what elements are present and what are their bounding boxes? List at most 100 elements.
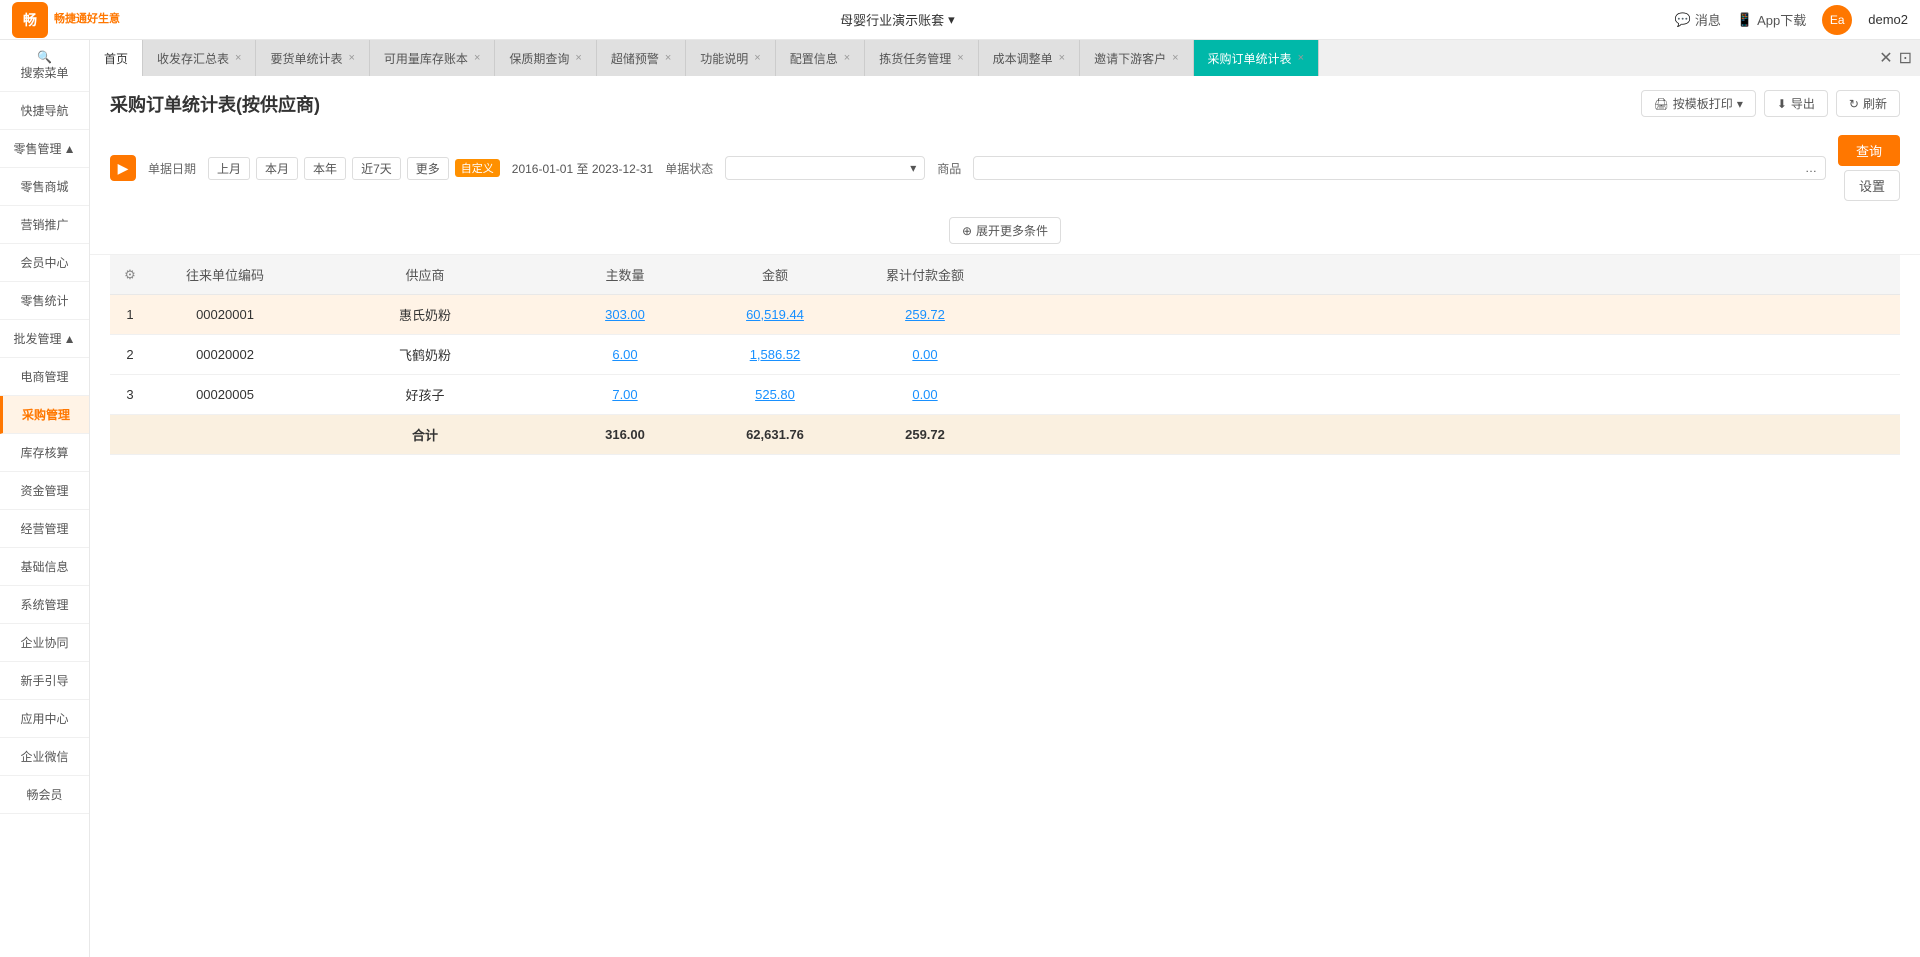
footer-qty: 316.00 [550,415,700,455]
sidebar-item-member[interactable]: 会员中心 [0,244,89,282]
sidebar-item-quick-nav[interactable]: 快捷导航 [0,92,89,130]
sidebar-item-retail-mgmt[interactable]: 零售管理 ▲ [0,130,89,168]
date-this-month[interactable]: 本月 [256,157,298,180]
sidebar-item-purchase[interactable]: 采购管理 [0,396,89,434]
row-amount[interactable]: 1,586.52 [700,335,850,375]
settings-button[interactable]: 设置 [1844,170,1900,201]
sidebar-item-ecommerce[interactable]: 电商管理 [0,358,89,396]
sidebar-item-operations[interactable]: 经营管理 [0,510,89,548]
app-download-btn[interactable]: 📱 App下载 [1737,10,1806,29]
sidebar-item-marketing[interactable]: 营销推广 [0,206,89,244]
tab-purchase-summary[interactable]: 采购订单统计表 × [1194,40,1319,76]
tab-bar-actions: ✕ ⊡ [1871,48,1920,68]
username[interactable]: demo2 [1868,12,1908,27]
tab-close-cost-adjust[interactable]: × [1059,52,1065,64]
filter-area: ▶ 单据日期 上月 本月 本年 近7天 更多 自定义 2016-01-01 至 … [90,125,1920,255]
tab-invite-customer[interactable]: 邀请下游客户 × [1080,40,1193,76]
tab-close-overstock[interactable]: × [665,52,671,64]
sidebar-item-guide[interactable]: 新手引导 [0,662,89,700]
col-extra-header [1000,255,1900,295]
search-sidebar-icon: 🔍 [37,50,52,64]
workspace-name: 母婴行业演示账套 [840,10,944,29]
refresh-button[interactable]: ↻ 刷新 [1836,90,1900,117]
col-supplier-header: 供应商 [300,255,550,295]
sidebar-item-retail-stats[interactable]: 零售统计 [0,282,89,320]
logo-text: 畅捷通好生意 [54,13,120,26]
date-more[interactable]: 更多 [407,157,449,180]
tab-close-expiry[interactable]: × [575,52,581,64]
print-button[interactable]: 🖨 按模板打印 ▾ [1641,90,1756,117]
col-settings[interactable]: ⚙ [110,255,150,295]
row-index: 1 [110,295,150,335]
table-row: 2 00020002 飞鹤奶粉 6.00 1,586.52 0.00 [110,335,1900,375]
sidebar-item-finance[interactable]: 资金管理 [0,472,89,510]
date-7days[interactable]: 近7天 [352,157,401,180]
row-code: 00020001 [150,295,300,335]
tab-close-stock-book[interactable]: × [474,52,480,64]
row-supplier: 飞鹤奶粉 [300,335,550,375]
row-amount[interactable]: 60,519.44 [700,295,850,335]
filter-toggle-btn[interactable]: ▶ [110,155,136,181]
tab-overstock[interactable]: 超储预警 × [597,40,686,76]
sidebar-item-system[interactable]: 系统管理 [0,586,89,624]
row-qty[interactable]: 6.00 [550,335,700,375]
date-this-year[interactable]: 本年 [304,157,346,180]
workspace-selector[interactable]: 母婴行业演示账套 ▾ [832,6,963,33]
sidebar-item-basic-info[interactable]: 基础信息 [0,548,89,586]
message-icon: 💬 [1675,12,1691,28]
sidebar-item-retail-shop[interactable]: 零售商城 [0,168,89,206]
restore-tab-btn[interactable]: ⊡ [1899,48,1912,68]
tab-order-summary[interactable]: 要货单统计表 × [256,40,369,76]
tab-config[interactable]: 配置信息 × [776,40,865,76]
tab-pick-task[interactable]: 拣货任务管理 × [865,40,978,76]
date-last-month[interactable]: 上月 [208,157,250,180]
tab-close-order-summary[interactable]: × [348,52,354,64]
tab-function-desc[interactable]: 功能说明 × [686,40,775,76]
row-qty[interactable]: 7.00 [550,375,700,415]
row-paid[interactable]: 0.00 [850,375,1000,415]
tab-close-function-desc[interactable]: × [754,52,760,64]
user-avatar[interactable]: Ea [1822,5,1852,35]
logo-icon: 畅 [12,2,48,38]
tab-bar: 首页 收发存汇总表 × 要货单统计表 × 可用量库存账本 × 保质期查询 × [90,40,1920,76]
close-tab-btn[interactable]: ✕ [1879,48,1892,68]
row-amount[interactable]: 525.80 [700,375,850,415]
row-qty[interactable]: 303.00 [550,295,700,335]
table-row: 1 00020001 惠氏奶粉 303.00 60,519.44 259.72 [110,295,1900,335]
tab-close-receive-summary[interactable]: × [235,52,241,64]
tab-receive-summary[interactable]: 收发存汇总表 × [143,40,256,76]
sidebar-item-app-center[interactable]: 应用中心 [0,700,89,738]
query-button[interactable]: 查询 [1838,135,1900,166]
sidebar-item-search[interactable]: 🔍 搜索菜单 [0,40,89,92]
goods-input-more[interactable]: … [1805,161,1817,175]
tab-close-purchase-summary[interactable]: × [1298,52,1304,64]
logo-area: 畅 畅捷通好生意 [12,2,120,38]
sidebar-item-wechat[interactable]: 企业微信 [0,738,89,776]
message-btn[interactable]: 💬 消息 [1675,10,1721,29]
wholesale-arrow: ▲ [64,332,76,346]
tab-close-invite-customer[interactable]: × [1172,52,1178,64]
sidebar-item-enterprise[interactable]: 企业协同 [0,624,89,662]
expand-more-btn[interactable]: ⊕ 展开更多条件 [949,217,1061,244]
row-paid[interactable]: 0.00 [850,335,1000,375]
sidebar-item-stock[interactable]: 库存核算 [0,434,89,472]
row-supplier: 好孩子 [300,375,550,415]
export-button[interactable]: ⬇ 导出 [1764,90,1828,117]
tab-cost-adjust[interactable]: 成本调整单 × [979,40,1080,76]
tab-stock-book[interactable]: 可用量库存账本 × [370,40,495,76]
status-select[interactable]: ▾ [725,156,925,180]
page-header: 采购订单统计表(按供应商) 🖨 按模板打印 ▾ ⬇ 导出 ↻ [90,76,1920,125]
tab-close-config[interactable]: × [844,52,850,64]
content-area: 首页 收发存汇总表 × 要货单统计表 × 可用量库存账本 × 保质期查询 × [90,40,1920,957]
goods-input[interactable]: … [973,156,1826,180]
top-header: 畅 畅捷通好生意 母婴行业演示账套 ▾ 💬 消息 📱 App下载 Ea demo… [0,0,1920,40]
top-right: 💬 消息 📱 App下载 Ea demo2 [1675,5,1908,35]
tab-home[interactable]: 首页 [90,40,143,76]
date-filter-label: 单据日期 [148,160,196,177]
tab-expiry[interactable]: 保质期查询 × [495,40,596,76]
app-download-label: App下载 [1757,10,1806,29]
tab-close-pick-task[interactable]: × [957,52,963,64]
sidebar-item-member-app[interactable]: 畅会员 [0,776,89,814]
sidebar-item-wholesale[interactable]: 批发管理 ▲ [0,320,89,358]
row-paid[interactable]: 259.72 [850,295,1000,335]
